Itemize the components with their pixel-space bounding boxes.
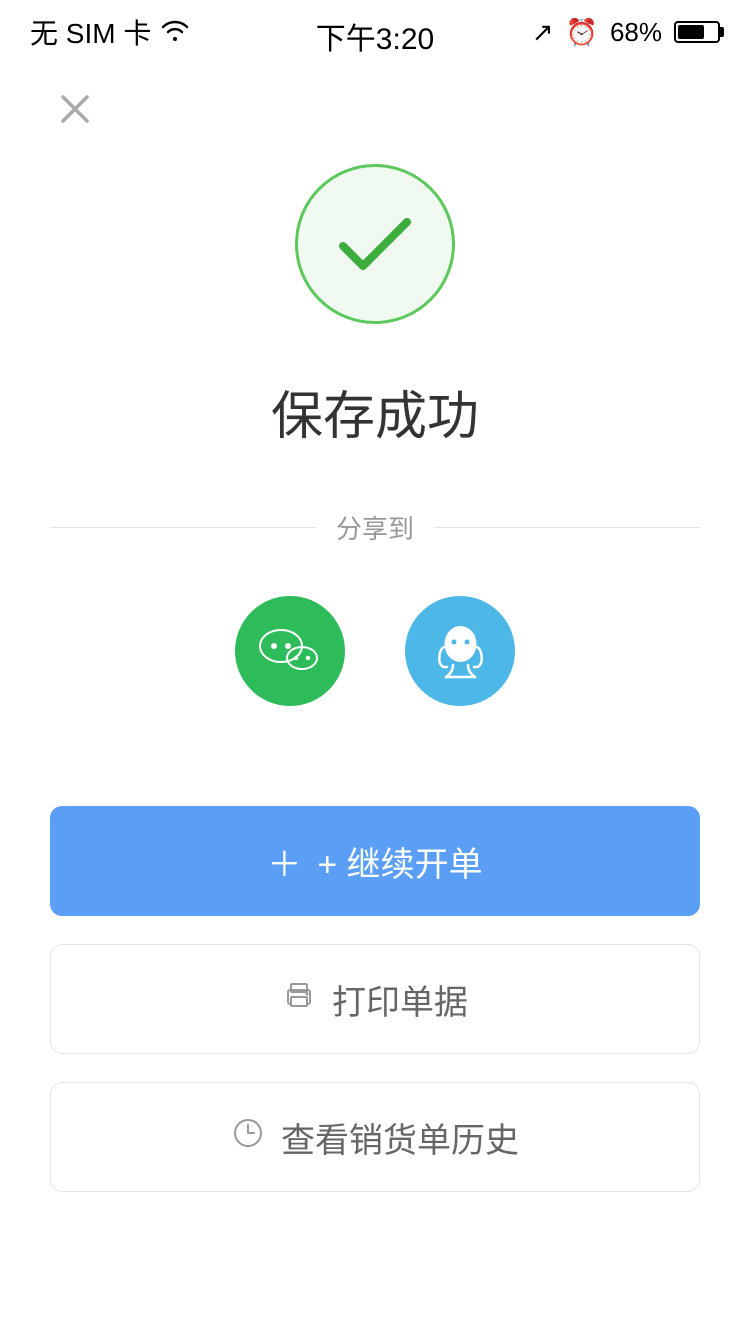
history-button[interactable]: 查看销货单历史 xyxy=(50,1082,700,1192)
qq-icon xyxy=(433,619,488,684)
print-icon xyxy=(282,978,316,1021)
share-section: 分享到 xyxy=(50,509,700,706)
status-time: 下午3:20 xyxy=(316,14,434,58)
close-icon xyxy=(57,91,93,127)
history-icon xyxy=(231,1116,265,1159)
history-label: 查看销货单历史 xyxy=(281,1113,519,1162)
status-left: 无 SIM 卡 xyxy=(30,12,189,52)
plus-icon: ＋ xyxy=(267,837,301,886)
battery-icon xyxy=(674,21,720,43)
success-title: 保存成功 xyxy=(271,374,479,449)
status-right: ↗ ⏰ 68% xyxy=(532,17,720,48)
continue-button[interactable]: ＋ + 继续开单 xyxy=(50,806,700,916)
share-divider: 分享到 xyxy=(50,509,700,546)
alarm-icon: ⏰ xyxy=(566,17,598,48)
location-icon: ↗ xyxy=(532,17,554,48)
print-button[interactable]: 打印单据 xyxy=(50,944,700,1054)
share-icons xyxy=(50,596,700,706)
carrier-text: 无 SIM 卡 xyxy=(30,12,151,52)
main-content: 保存成功 分享到 xyxy=(0,64,750,1192)
wifi-icon xyxy=(161,16,189,48)
divider-right xyxy=(434,527,700,528)
success-circle xyxy=(295,164,455,324)
divider-left xyxy=(50,527,316,528)
close-button[interactable] xyxy=(50,84,100,134)
status-bar: 无 SIM 卡 下午3:20 ↗ ⏰ 68% xyxy=(0,0,750,64)
action-buttons: ＋ + 继续开单 打印单据 xyxy=(50,806,700,1192)
print-label: 打印单据 xyxy=(332,975,468,1024)
battery-percent: 68% xyxy=(610,17,662,48)
wechat-icon xyxy=(258,624,323,679)
share-label: 分享到 xyxy=(316,509,434,546)
qq-share-button[interactable] xyxy=(405,596,515,706)
continue-label: + 继续开单 xyxy=(317,837,482,886)
checkmark-icon xyxy=(335,214,415,274)
success-section: 保存成功 分享到 xyxy=(50,64,700,1192)
wechat-share-button[interactable] xyxy=(235,596,345,706)
